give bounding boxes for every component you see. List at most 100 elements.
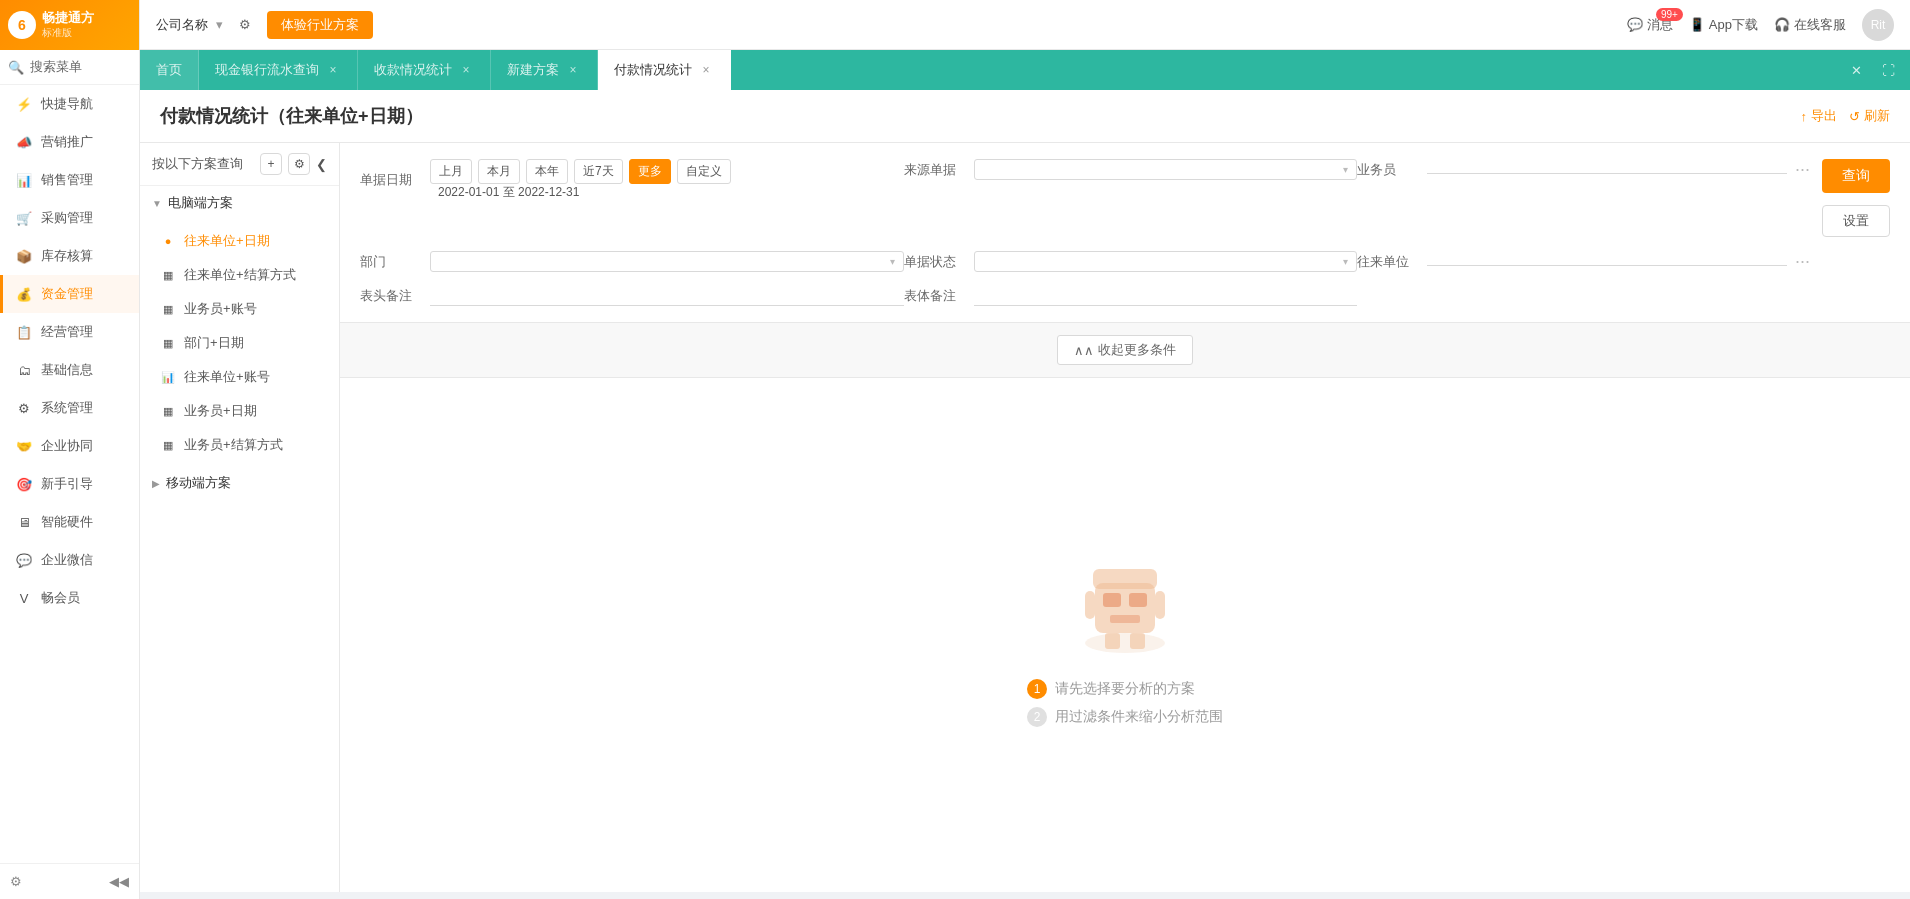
sidebar-item-label: 企业协同 xyxy=(41,437,93,455)
export-btn[interactable]: ↑ 导出 xyxy=(1801,107,1838,125)
tab-receivable-close[interactable]: × xyxy=(458,62,474,78)
scheme-item-label: 往来单位+账号 xyxy=(184,368,270,386)
company-dropdown-icon[interactable]: ▾ xyxy=(216,17,223,32)
tab-bank-flow[interactable]: 现金银行流水查询 × xyxy=(199,50,358,90)
salesperson-input-area xyxy=(1427,165,1787,174)
tab-maximize-btn[interactable]: ⛶ xyxy=(1874,56,1902,84)
sidebar-item-label: 快捷导航 xyxy=(41,95,93,113)
salesperson-more-icon[interactable]: ··· xyxy=(1795,159,1810,180)
action-bar: ∧∧ 收起更多条件 xyxy=(340,323,1910,378)
tab-payment-stats[interactable]: 付款情况统计 × xyxy=(598,50,731,90)
date-btn-more[interactable]: 更多 xyxy=(629,159,671,184)
date-btn-this-month[interactable]: 本月 xyxy=(478,159,520,184)
scheme-panel: 按以下方案查询 + ⚙ ❮ ▼ 电脑端方案 ● 往来 xyxy=(140,143,340,892)
date-btn-custom[interactable]: 自定义 xyxy=(677,159,731,184)
scheme-group-desktop: ▼ 电脑端方案 ● 往来单位+日期 ▦ 往来单位+结算方式 ▦ xyxy=(140,186,339,466)
sidebar-item-capital[interactable]: 💰 资金管理 xyxy=(0,275,139,313)
refresh-btn[interactable]: ↺ 刷新 xyxy=(1849,107,1890,125)
sidebar-item-enterprise[interactable]: 🤝 企业协同 xyxy=(0,427,139,465)
table-header-note-input[interactable] xyxy=(430,286,904,306)
tab-new-scheme-close[interactable]: × xyxy=(565,62,581,78)
date-btn-this-year[interactable]: 本年 xyxy=(526,159,568,184)
sidebar-item-quick-nav[interactable]: ⚡ 快捷导航 xyxy=(0,85,139,123)
svg-point-0 xyxy=(1085,633,1165,653)
sidebar-item-wechat[interactable]: 💬 企业微信 xyxy=(0,541,139,579)
marketing-icon: 📣 xyxy=(15,133,33,151)
scheme-item-counterpart-account[interactable]: 📊 往来单位+账号 xyxy=(140,360,339,394)
tab-bank-flow-close[interactable]: × xyxy=(325,62,341,78)
scheme-table-icon2: ▦ xyxy=(160,301,176,317)
app-logo: 6 xyxy=(8,11,36,39)
scheme-collapse-btn[interactable]: ❮ xyxy=(316,157,327,172)
scheme-item-counterpart-date[interactable]: ● 往来单位+日期 xyxy=(140,224,339,258)
svg-rect-7 xyxy=(1105,633,1120,649)
svg-rect-1 xyxy=(1095,583,1155,633)
table-body-note-input[interactable] xyxy=(974,286,1357,306)
online-service-btn[interactable]: 🎧 在线客服 xyxy=(1774,16,1846,34)
svg-rect-4 xyxy=(1110,615,1140,623)
source-select[interactable]: ▾ xyxy=(974,159,1357,180)
date-btn-last-month[interactable]: 上月 xyxy=(430,159,472,184)
filter-dept-section: 部门 ▾ xyxy=(360,251,904,272)
empty-tips: 1 请先选择要分析的方案 2 用过滤条件来缩小分析范围 xyxy=(1027,679,1223,727)
tab-payment-stats-close[interactable]: × xyxy=(698,62,714,78)
filter-row-3: 表头备注 表体备注 xyxy=(360,286,1890,306)
filter-docstatus-section: 单据状态 ▾ xyxy=(904,251,1357,272)
filter-area: 单据日期 上月 本月 本年 近7天 更多 自定义 xyxy=(340,143,1910,892)
tab-close-all-btn[interactable]: ✕ xyxy=(1842,56,1870,84)
table-header-note-label: 表头备注 xyxy=(360,287,430,305)
sidebar-item-label: 库存核算 xyxy=(41,247,93,265)
topbar-settings-icon[interactable]: ⚙ xyxy=(231,11,259,39)
sidebar-item-marketing[interactable]: 📣 营销推广 xyxy=(0,123,139,161)
docstatus-select[interactable]: ▾ xyxy=(974,251,1357,272)
user-avatar[interactable]: Rit xyxy=(1862,9,1894,41)
scheme-table-icon5: ▦ xyxy=(160,437,176,453)
filter-settings-btn[interactable]: 设置 xyxy=(1822,205,1890,237)
sidebar-item-smart-hw[interactable]: 🖥 智能硬件 xyxy=(0,503,139,541)
scheme-item-counterpart-settle[interactable]: ▦ 往来单位+结算方式 xyxy=(140,258,339,292)
scheme-add-btn[interactable]: + xyxy=(260,153,282,175)
sidebar-item-sales[interactable]: 📊 销售管理 xyxy=(0,161,139,199)
sidebar-item-sys-manage[interactable]: ⚙ 系统管理 xyxy=(0,389,139,427)
scheme-item-salesperson-account[interactable]: ▦ 业务员+账号 xyxy=(140,292,339,326)
tab-receivable[interactable]: 收款情况统计 × xyxy=(358,50,491,90)
trial-btn[interactable]: 体验行业方案 xyxy=(267,11,373,39)
scheme-group-desktop-header[interactable]: ▼ 电脑端方案 xyxy=(140,186,339,220)
sidebar-item-basic-info[interactable]: 🗂 基础信息 xyxy=(0,351,139,389)
sidebar-item-member[interactable]: V 畅会员 xyxy=(0,579,139,617)
counterpart-more-icon[interactable]: ··· xyxy=(1795,251,1810,272)
source-label: 来源单据 xyxy=(904,161,974,179)
sidebar-item-operations[interactable]: 📋 经营管理 xyxy=(0,313,139,351)
scheme-item-salesperson-settle[interactable]: ▦ 业务员+结算方式 xyxy=(140,428,339,462)
footer-settings-icon[interactable]: ⚙ xyxy=(10,874,22,889)
app-download-btn[interactable]: 📱 App下载 xyxy=(1689,16,1758,34)
filter-table-body-note-section: 表体备注 xyxy=(904,286,1357,306)
date-controls: 上月 本月 本年 近7天 更多 自定义 2022-01-01 至 2022-12… xyxy=(430,159,731,201)
enterprise-icon: 🤝 xyxy=(15,437,33,455)
empty-tip-1: 1 请先选择要分析的方案 xyxy=(1027,679,1223,699)
sidebar-item-label: 资金管理 xyxy=(41,285,93,303)
logo-icon: 6 xyxy=(18,17,26,33)
collapse-more-btn[interactable]: ∧∧ 收起更多条件 xyxy=(1057,335,1193,365)
query-btn[interactable]: 查询 xyxy=(1822,159,1890,193)
tab-home[interactable]: 首页 xyxy=(140,50,199,90)
scheme-settings-btn[interactable]: ⚙ xyxy=(288,153,310,175)
message-btn[interactable]: 💬 消息 99+ xyxy=(1627,16,1673,34)
sidebar-item-newbie[interactable]: 🎯 新手引导 xyxy=(0,465,139,503)
sidebar-item-purchase[interactable]: 🛒 采购管理 xyxy=(0,199,139,237)
date-btn-7days[interactable]: 近7天 xyxy=(574,159,623,184)
scheme-header: 按以下方案查询 + ⚙ ❮ xyxy=(140,143,339,186)
sidebar-brand: 畅捷通方 标准版 xyxy=(42,10,94,40)
search-menu[interactable]: 🔍 搜索菜单 xyxy=(0,50,139,85)
message-icon: 💬 xyxy=(1627,17,1643,32)
operations-icon: 📋 xyxy=(15,323,33,341)
sidebar-item-inventory[interactable]: 📦 库存核算 xyxy=(0,237,139,275)
tab-new-scheme[interactable]: 新建方案 × xyxy=(491,50,598,90)
footer-collapse-icon[interactable]: ◀◀ xyxy=(109,874,129,889)
scheme-group-mobile-header[interactable]: ▶ 移动端方案 xyxy=(140,466,339,500)
scheme-item-salesperson-date[interactable]: ▦ 业务员+日期 xyxy=(140,394,339,428)
content-area: 按以下方案查询 + ⚙ ❮ ▼ 电脑端方案 ● 往来 xyxy=(140,143,1910,892)
scheme-item-dept-date[interactable]: ▦ 部门+日期 xyxy=(140,326,339,360)
dept-select[interactable]: ▾ xyxy=(430,251,904,272)
sys-manage-icon: ⚙ xyxy=(15,399,33,417)
